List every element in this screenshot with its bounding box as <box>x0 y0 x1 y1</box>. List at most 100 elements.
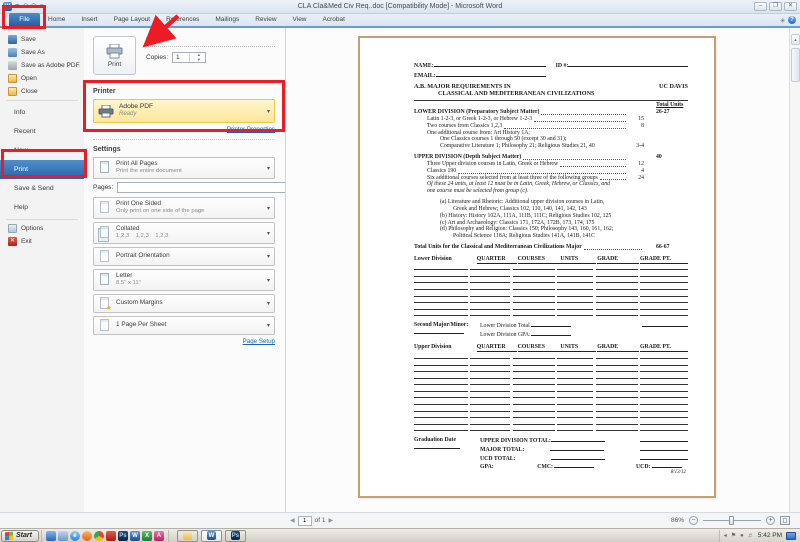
word-icon[interactable]: W <box>130 531 140 541</box>
scroll-up-icon[interactable]: ▲ <box>791 34 800 45</box>
print-button[interactable]: Print <box>93 36 136 75</box>
window-title: CLA Cla&Med Civ Req..doc [Compatibility … <box>0 3 800 10</box>
minimize-button[interactable]: – <box>754 2 767 11</box>
chevron-down-icon: ▾ <box>267 300 270 307</box>
backstage-nav: Save Save As Save as Adobe PDF Open Clos… <box>0 28 84 512</box>
doc-id-label: ID #: <box>556 63 569 70</box>
spinner-arrows[interactable]: ▲▼ <box>189 53 206 62</box>
open-folder-icon <box>8 74 17 83</box>
zoom-slider-thumb[interactable] <box>729 516 734 525</box>
help-icon[interactable]: ? <box>788 16 796 24</box>
taskbar-window-buttons: W Ps <box>177 530 246 542</box>
scrollbar-thumb[interactable] <box>791 48 800 82</box>
undo-icon[interactable]: ↶ <box>22 2 28 11</box>
printer-section-header: Printer <box>93 88 275 95</box>
nav-save-as-adobe-pdf[interactable]: Save as Adobe PDF <box>0 59 84 72</box>
ribbon-tab[interactable]: References <box>158 13 207 26</box>
taskbar-word-window[interactable]: W <box>201 530 222 542</box>
nav-save-as[interactable]: Save As <box>0 46 84 59</box>
folder-icon <box>183 531 192 540</box>
clock[interactable]: 5:42 PM <box>758 532 782 539</box>
nav-save[interactable]: Save <box>0 33 84 46</box>
paper-size-dropdown[interactable]: Letter 8.5" x 11" ▾ <box>93 269 275 291</box>
margins-dropdown[interactable]: ★ Custom Margins ▾ <box>93 294 275 313</box>
customize-qat-icon[interactable]: ▾ <box>40 2 44 11</box>
next-page-icon[interactable]: ▶ <box>328 517 333 524</box>
printer-select[interactable]: Adobe PDF Ready ▾ <box>93 99 275 123</box>
acrobat-icon[interactable] <box>106 531 116 541</box>
volume-icon[interactable]: ♬ <box>748 533 754 539</box>
ribbon-tab[interactable]: View <box>285 13 315 26</box>
zoom-to-page-icon[interactable] <box>780 516 790 525</box>
nav-save-and-send[interactable]: Save & Send <box>0 179 84 198</box>
nav-options[interactable]: Options <box>0 222 84 235</box>
ie-icon[interactable]: e <box>70 531 80 541</box>
zoom-slider[interactable] <box>703 520 761 521</box>
hidden-icons-arrow[interactable]: ◂ <box>724 532 727 539</box>
duplex-dropdown[interactable]: Print One Sided Only print on one side o… <box>93 197 275 219</box>
nav-recent[interactable]: Recent <box>0 122 84 141</box>
word-app-icon[interactable]: W <box>3 2 12 11</box>
printer-icon <box>106 44 123 59</box>
copies-stepper[interactable]: 1 ▲▼ <box>172 52 206 63</box>
safety-icon[interactable]: ⚑ <box>731 532 736 539</box>
print-range-dropdown[interactable]: Print All Pages Print the entire documen… <box>93 157 275 179</box>
zoom-out-icon[interactable]: − <box>689 516 698 525</box>
excel-icon[interactable]: X <box>142 531 152 541</box>
save-icon[interactable]: ■ <box>15 2 19 11</box>
access-icon[interactable]: A <box>154 531 164 541</box>
portrait-icon <box>98 250 111 264</box>
nav-close[interactable]: Close <box>0 85 84 98</box>
save-icon <box>8 35 17 44</box>
chrome-icon[interactable] <box>94 531 104 541</box>
doc-requirement-line: Greek and Hebrew; Classics 102, 110, 140… <box>414 206 688 213</box>
orientation-dropdown[interactable]: Portrait Orientation ▾ <box>93 247 275 266</box>
nav-help[interactable]: Help <box>0 198 84 217</box>
nav-new[interactable]: New <box>0 141 84 160</box>
collation-dropdown[interactable]: Collated 1,2,3 1,2,3 1,2,3 ▾ <box>93 222 275 244</box>
desktop-icon[interactable] <box>46 531 56 541</box>
printer-properties-link[interactable]: Printer Properties <box>93 126 275 133</box>
update-icon[interactable]: ● <box>740 533 744 539</box>
nav-exit[interactable]: ✕ Exit <box>0 235 84 248</box>
photoshop-icon[interactable]: Ps <box>118 531 128 541</box>
page-number-input[interactable] <box>298 516 312 526</box>
doc-lower-table-rows <box>414 264 688 317</box>
ribbon-tab[interactable]: Mailings <box>207 13 247 26</box>
start-button[interactable]: Start <box>1 530 39 542</box>
zoom-level[interactable]: 86% <box>671 517 684 524</box>
firefox-icon[interactable] <box>82 531 92 541</box>
nav-print[interactable]: Print <box>0 160 84 179</box>
redo-icon[interactable]: ↷ <box>31 2 37 11</box>
ribbon-tab[interactable]: Page Layout <box>106 13 159 26</box>
pages-per-sheet-dropdown[interactable]: 1 Page Per Sheet ▾ <box>93 316 275 335</box>
nav-info[interactable]: Info <box>0 103 84 122</box>
previous-page-icon[interactable]: ◀ <box>290 517 295 524</box>
ribbon-tab[interactable]: Acrobat <box>315 13 353 26</box>
preview-status-bar: ◀ of 1 ▶ 86% − + <box>0 512 800 528</box>
printer-status: Ready <box>119 111 262 118</box>
preview-scrollbar[interactable]: ▲ <box>789 28 800 512</box>
ribbon-tab[interactable]: Review <box>247 13 284 26</box>
close-button[interactable]: ✕ <box>784 2 797 11</box>
quick-launch-bar: e Ps W X A <box>41 530 169 542</box>
windows-flag-icon <box>5 531 13 540</box>
tab-file[interactable]: File <box>9 13 40 26</box>
doc-email-label: EMAIL: <box>414 73 436 80</box>
chevron-down-icon: ▾ <box>267 230 270 237</box>
doc-requirement-line: UPPER DIVISION (Depth Subject Matter) 40 <box>414 154 688 161</box>
page-setup-link[interactable]: Page Setup <box>93 338 275 345</box>
ribbon-tab[interactable]: Insert <box>73 13 105 26</box>
nav-open[interactable]: Open <box>0 72 84 85</box>
doc-title-line2: CLASSICAL AND MEDITERRANEAN CIVILIZATION… <box>438 90 688 97</box>
pages-input[interactable] <box>117 182 296 193</box>
zoom-in-icon[interactable]: + <box>766 516 775 525</box>
ribbon-tab[interactable]: Home <box>40 13 73 26</box>
minimize-ribbon-icon[interactable]: ◈ <box>780 17 785 24</box>
explorer-icon[interactable] <box>58 531 68 541</box>
save-as-icon <box>8 48 17 57</box>
taskbar-folder-window[interactable] <box>177 530 198 542</box>
network-display-icon[interactable] <box>786 532 796 540</box>
taskbar-photoshop-window[interactable]: Ps <box>225 530 246 542</box>
restore-button[interactable]: ❐ <box>769 2 782 11</box>
